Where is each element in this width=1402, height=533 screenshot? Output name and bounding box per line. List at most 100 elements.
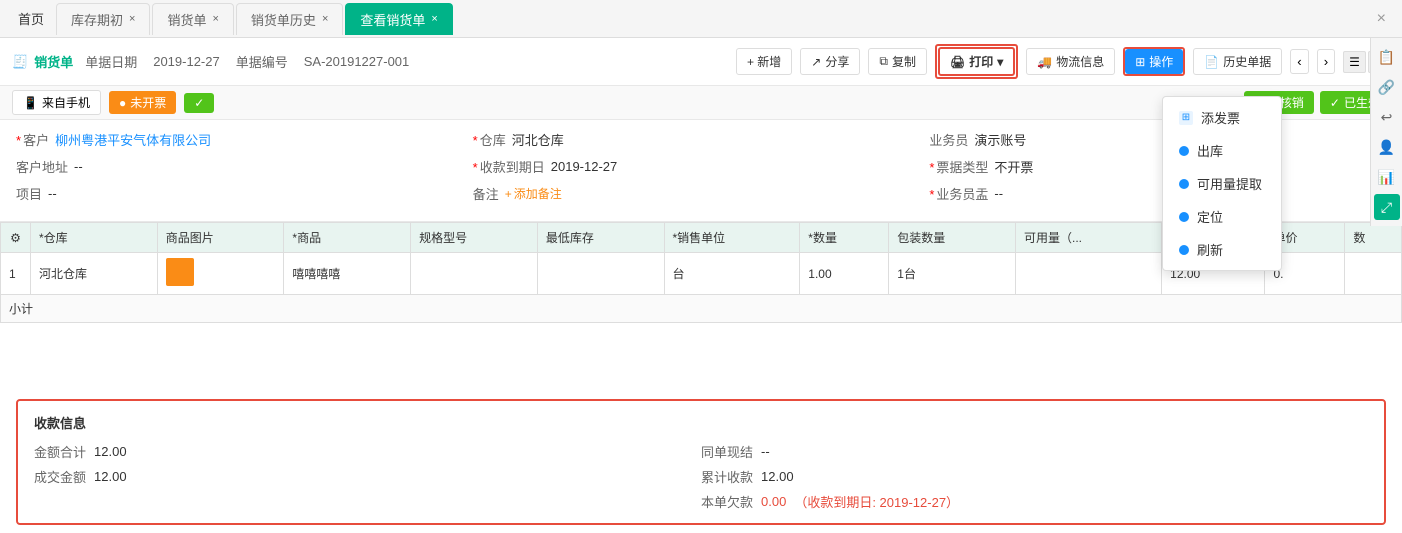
doc-title: 🧾 销货单 [12,52,73,71]
history-button[interactable]: 📄 历史单据 [1193,48,1282,75]
payment-deal-row: 成交金额 12.00 [34,467,701,486]
tab-sales-history-label: 销货单历史 [251,10,316,29]
sidebar-icon-1[interactable]: 📋 [1374,44,1400,70]
th-product-img: 商品图片 [157,223,284,253]
payment-total-value: 12.00 [94,444,127,459]
tab-inventory[interactable]: 库存期初 × [56,3,150,35]
tab-bar: 首页 库存期初 × 销货单 × 销货单历史 × 查看销货单 × × [0,0,1402,38]
add-invoice-icon: ⊞ [1179,111,1193,125]
add-note-button[interactable]: + 添加备注 [505,185,562,202]
th-amount: 数 [1345,223,1402,253]
dropdown-locate[interactable]: 定位 [1163,200,1281,233]
window-close-button[interactable]: × [1369,6,1394,31]
dropdown-add-invoice[interactable]: ⊞ 添发票 [1163,101,1281,134]
cell-spec [411,253,538,295]
ticket-icon: ● [119,96,126,110]
project-value: -- [48,186,57,201]
sidebar-icon-4[interactable]: 👤 [1374,134,1400,160]
payment-cumulative-row: 累计收款 12.00 [701,467,1368,486]
toolbar-row1: 🧾 销货单 单据日期 2019-12-27 单据编号 SA-20191227-0… [0,38,1402,86]
cell-avail-qty [1015,253,1161,295]
operate-icon: ⊞ [1135,55,1145,69]
payment-owed-label: 本单欠款 [701,492,753,511]
address-field: 客户地址 -- [16,157,473,176]
dropdown-outbound[interactable]: 出库 [1163,134,1281,167]
cell-no: 1 [1,253,31,295]
logistics-button[interactable]: 🚚 物流信息 [1026,48,1115,75]
copy-button[interactable]: ⧉ 复制 [868,48,927,75]
doc-icon: 🧾 [12,54,28,70]
address-label: 客户地址 [16,157,68,176]
from-phone-button[interactable]: 📱 来自手机 [12,90,101,115]
payment-deal-label: 成交金额 [34,467,86,486]
cell-qty: 1.00 [800,253,889,295]
payment-section: 收款信息 金额合计 12.00 同单现结 -- 成交金额 12.00 累计收款 … [16,399,1386,525]
sidebar-icon-6[interactable]: ⤢ [1374,194,1400,220]
note-label: 备注 [473,184,499,203]
salesperson2-field: 业务员盂 -- [929,184,1386,203]
tab-view-sales[interactable]: 查看销货单 × [345,3,452,35]
tab-sales[interactable]: 销货单 × [152,3,233,35]
print-button[interactable]: 🖨 打印 ▾ [938,47,1015,76]
locate-label: 定位 [1197,207,1223,226]
tab-sales-history-close[interactable]: × [322,13,328,25]
nav-prev-button[interactable]: ‹ [1290,49,1308,74]
not-opened-button[interactable]: ● 未开票 [109,91,176,114]
logistics-icon: 🚚 [1037,55,1052,69]
payment-same-order-value: -- [761,444,770,459]
sidebar-icon-3[interactable]: ↩ [1374,104,1400,130]
share-icon: ↗ [811,55,821,69]
layout-list-button[interactable]: ☰ [1343,51,1366,73]
share-button[interactable]: ↗ 分享 [800,48,860,75]
ticket-type-label: 票据类型 [929,157,988,176]
tab-sales-label: 销货单 [167,10,206,29]
plus-icon: + [505,187,512,201]
subtotal-row: 小计 [1,295,1402,323]
dropdown-refresh[interactable]: 刷新 [1163,233,1281,266]
payment-total-row: 金额合计 12.00 [34,442,701,461]
new-button[interactable]: + 新增 [736,48,792,75]
customer-value[interactable]: 柳州粤港平安气体有限公司 [55,130,211,149]
tab-view-sales-close[interactable]: × [431,13,437,25]
sidebar-icon-5[interactable]: 📊 [1374,164,1400,190]
confirm-button[interactable]: ✓ [184,93,214,113]
payment-same-order-row: 同单现结 -- [701,442,1368,461]
nav-next-button[interactable]: › [1317,49,1335,74]
salesperson2-value: -- [994,186,1003,201]
operate-button[interactable]: ⊞ 操作 [1125,49,1183,74]
cell-product: 嘻嘻嘻嘻 [284,253,411,295]
th-settings: ⚙ [1,223,31,253]
th-warehouse: *仓库 [31,223,158,253]
th-qty: *数量 [800,223,889,253]
payment-owed-value: 0.00 [761,494,786,509]
tab-sales-history[interactable]: 销货单历史 × [236,3,343,35]
tab-inventory-close[interactable]: × [129,13,135,25]
outbound-icon [1179,146,1189,156]
due-date-field: 收款到期日 2019-12-27 [473,157,930,176]
payment-deal-value: 12.00 [94,469,127,484]
cell-warehouse: 河北仓库 [31,253,158,295]
doc-title-text: 销货单 [34,52,73,71]
sidebar-icon-2[interactable]: 🔗 [1374,74,1400,100]
cell-product-img [157,253,284,295]
tab-sales-close[interactable]: × [212,13,218,25]
phone-icon: 📱 [23,96,38,110]
salesperson-field: 业务员 演示账号 [929,130,1386,149]
payment-title: 收款信息 [34,413,1368,432]
project-label: 项目 [16,184,42,203]
due-date-label: 收款到期日 [473,157,545,176]
due-date-value: 2019-12-27 [551,159,618,174]
operate-outline: ⊞ 操作 [1123,47,1185,76]
address-value: -- [74,159,83,174]
dropdown-avail-extract[interactable]: 可用量提取 [1163,167,1281,200]
outbound-label: 出库 [1197,141,1223,160]
subtotal-cell: 小计 [1,295,1402,323]
refresh-label: 刷新 [1197,240,1223,259]
confirm-icon: ✓ [194,96,204,110]
payment-same-order-label: 同单现结 [701,442,753,461]
salesperson2-label: 业务员盂 [929,184,988,203]
date-value: 2019-12-27 [153,54,220,69]
effective-check-icon: ✓ [1330,96,1340,110]
print-outline: 🖨 打印 ▾ [935,44,1018,79]
tab-home[interactable]: 首页 [8,3,54,34]
